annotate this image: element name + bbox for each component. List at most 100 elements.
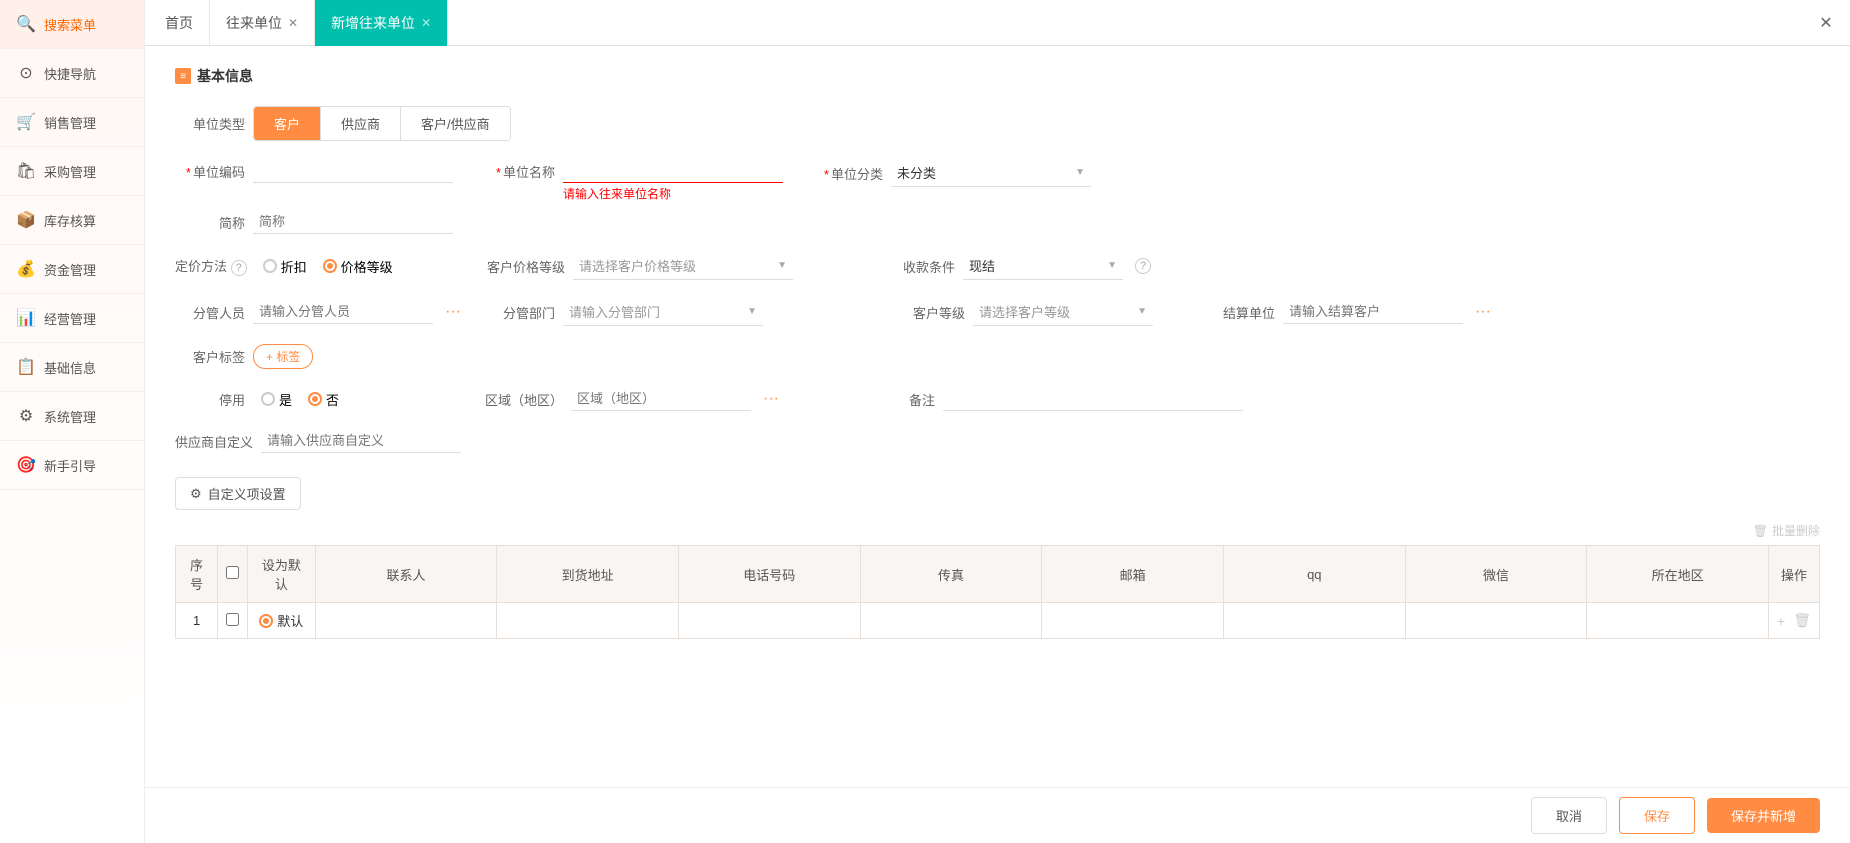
cell-fax[interactable]	[860, 603, 1042, 639]
form-row-disable: 停用 是 否 区域（地区） ··· 备注	[175, 387, 1820, 411]
sidebar-item-search[interactable]: 🔍 搜索菜单	[0, 0, 144, 49]
settlement-unit-label: 结算单位	[1215, 303, 1275, 322]
batch-delete-label[interactable]: 批量删除	[1772, 522, 1820, 539]
email-input[interactable]	[1050, 613, 1215, 628]
unit-category-select[interactable]: 未分类 ▼	[891, 159, 1091, 187]
settlement-more-btn[interactable]: ···	[1471, 303, 1495, 321]
contacts-table: 序号 设为默认 联系人 到货地址 电话号码 传真 邮箱 qq 微信 所在地区 操…	[175, 545, 1820, 639]
contact-input[interactable]	[324, 613, 489, 628]
sidebar-item-guide[interactable]: 🎯 新手引导	[0, 441, 144, 490]
unit-type-button-group: 客户 供应商 客户/供应商	[253, 106, 511, 141]
bottom-bar: 取消 保存 保存并新增	[145, 787, 1850, 843]
radio-yes[interactable]: 是	[261, 390, 292, 409]
row-checkbox[interactable]	[226, 613, 239, 626]
phone-input[interactable]	[687, 613, 852, 628]
sidebar-item-quicknav[interactable]: ⊙ 快捷导航	[0, 49, 144, 98]
short-name-field: 简称	[175, 210, 455, 234]
cancel-button[interactable]: 取消	[1531, 797, 1607, 834]
tab-home-label: 首页	[165, 13, 193, 33]
remark-input[interactable]	[943, 387, 1243, 411]
manager-input[interactable]	[253, 300, 433, 324]
type-btn-customer[interactable]: 客户	[254, 107, 321, 140]
sidebar-item-system[interactable]: ⚙ 系统管理	[0, 392, 144, 441]
type-btn-supplier[interactable]: 供应商	[321, 107, 401, 140]
sidebar-item-finance[interactable]: 💰 资金管理	[0, 245, 144, 294]
tab-partners[interactable]: 往来单位 ✕	[210, 0, 315, 46]
cell-seq: 1	[176, 603, 218, 639]
region-more-btn[interactable]: ···	[759, 390, 783, 408]
sidebar-item-operations[interactable]: 📊 经营管理	[0, 294, 144, 343]
customer-price-select[interactable]: 请选择客户价格等级 ▼	[573, 252, 793, 280]
unit-type-row: 单位类型 客户 供应商 客户/供应商	[175, 106, 1820, 141]
cell-phone[interactable]	[678, 603, 860, 639]
unit-name-input[interactable]	[563, 159, 783, 183]
supplier-custom-input[interactable]	[261, 429, 461, 453]
chevron-down-icon-3: ▼	[1107, 260, 1117, 271]
cell-email[interactable]	[1042, 603, 1224, 639]
manager-more-btn[interactable]: ···	[441, 303, 465, 321]
pricing-help-icon[interactable]: ?	[231, 260, 247, 276]
sidebar-item-purchase[interactable]: 🛍 采购管理	[0, 147, 144, 196]
radio-discount[interactable]: 折扣	[263, 257, 307, 276]
col-email: 邮箱	[1042, 546, 1224, 603]
sidebar-item-inventory[interactable]: 📦 库存核算	[0, 196, 144, 245]
select-all-checkbox[interactable]	[226, 566, 239, 579]
content-area: ≡ 基本信息 单位类型 客户 供应商 客户/供应商 *单位编码 000009	[145, 46, 1850, 787]
wechat-input[interactable]	[1414, 613, 1579, 628]
sidebar-item-sales[interactable]: 🛒 销售管理	[0, 98, 144, 147]
customer-level-select[interactable]: 请选择客户等级 ▼	[973, 298, 1153, 326]
settlement-unit-input[interactable]	[1283, 300, 1463, 324]
unit-name-error: 请输入往来单位名称	[563, 185, 783, 202]
radio-no-circle	[308, 392, 322, 406]
qq-input[interactable]	[1232, 613, 1397, 628]
cell-address[interactable]	[497, 603, 679, 639]
dept-select[interactable]: 请输入分管部门 ▼	[563, 298, 763, 326]
cell-default[interactable]: 默认	[248, 603, 316, 639]
type-btn-both[interactable]: 客户/供应商	[401, 107, 510, 140]
unit-type-label: 单位类型	[175, 114, 245, 133]
add-row-btn[interactable]: +	[1777, 613, 1785, 629]
table-region-input[interactable]	[1595, 613, 1760, 628]
radio-level[interactable]: 价格等级	[323, 257, 393, 276]
default-radio-circle	[259, 614, 273, 628]
unit-code-field: *单位编码 000009	[175, 159, 455, 183]
cell-check[interactable]	[218, 603, 248, 639]
col-phone: 电话号码	[678, 546, 860, 603]
tab-home[interactable]: 首页	[149, 0, 210, 46]
custom-settings-button[interactable]: ⚙ 自定义项设置	[175, 477, 301, 510]
customer-price-field: 客户价格等级 请选择客户价格等级 ▼	[485, 252, 865, 280]
short-name-input[interactable]	[253, 210, 453, 234]
unit-name-label: *单位名称	[485, 162, 555, 181]
tab-new-partner-close[interactable]: ✕	[421, 16, 431, 30]
radio-level-circle	[323, 259, 337, 273]
save-button[interactable]: 保存	[1619, 797, 1695, 834]
payment-help-icon[interactable]: ?	[1135, 258, 1151, 274]
delete-row-btn[interactable]: 🗑	[1793, 612, 1811, 629]
dept-field: 分管部门 请输入分管部门 ▼	[495, 298, 875, 326]
section-title: ≡ 基本信息	[175, 66, 1820, 86]
address-input[interactable]	[505, 613, 670, 628]
add-tag-button[interactable]: + 标签	[253, 344, 313, 369]
fax-input[interactable]	[869, 613, 1034, 628]
gear-icon: ⚙	[16, 406, 36, 426]
cell-qq[interactable]	[1223, 603, 1405, 639]
cell-region[interactable]	[1587, 603, 1769, 639]
radio-no[interactable]: 否	[308, 390, 339, 409]
region-input[interactable]	[571, 387, 751, 411]
col-region: 所在地区	[1587, 546, 1769, 603]
save-and-new-button[interactable]: 保存并新增	[1707, 798, 1820, 833]
col-fax: 传真	[860, 546, 1042, 603]
unit-code-input[interactable]: 000009	[253, 159, 453, 183]
sidebar-item-basic[interactable]: 📋 基础信息	[0, 343, 144, 392]
guide-icon: 🎯	[16, 455, 36, 475]
cell-wechat[interactable]	[1405, 603, 1587, 639]
default-radio[interactable]: 默认	[256, 611, 307, 630]
tab-new-partner[interactable]: 新增往来单位 ✕	[315, 0, 448, 46]
window-close-button[interactable]: ✕	[1806, 0, 1846, 46]
sidebar-item-label: 基础信息	[44, 358, 96, 377]
dept-placeholder: 请输入分管部门	[569, 302, 743, 321]
tab-partners-close[interactable]: ✕	[288, 16, 298, 30]
cell-contact[interactable]	[315, 603, 497, 639]
chevron-down-icon-4: ▼	[747, 306, 757, 317]
payment-terms-select[interactable]: 现结 ▼	[963, 252, 1123, 280]
